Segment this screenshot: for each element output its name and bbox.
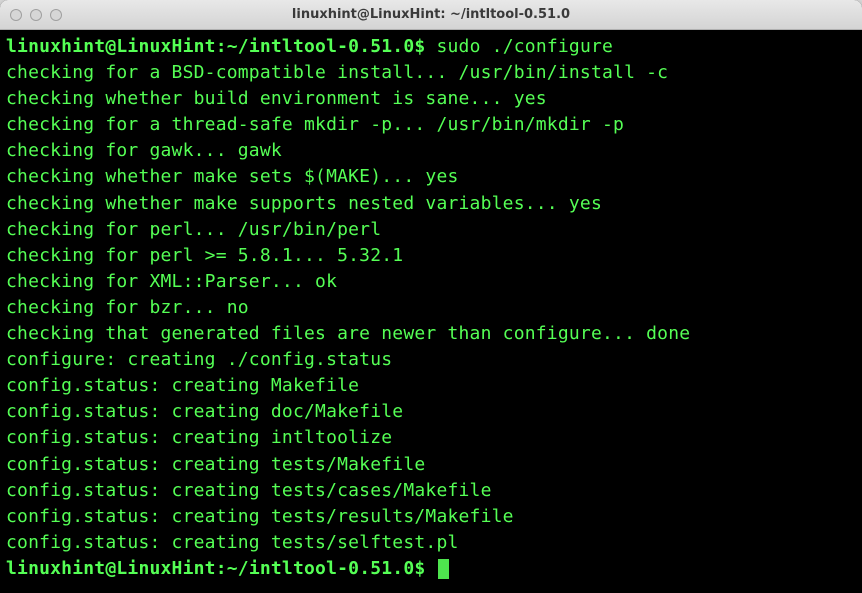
output-line: config.status: creating intltoolize [6, 425, 856, 451]
output-line: config.status: creating tests/cases/Make… [6, 478, 856, 504]
output-line: config.status: creating Makefile [6, 373, 856, 399]
output-line: checking whether make sets $(MAKE)... ye… [6, 164, 856, 190]
output-line: config.status: creating tests/selftest.p… [6, 530, 856, 556]
output-line: checking whether build environment is sa… [6, 86, 856, 112]
titlebar: linuxhint@LinuxHint: ~/intltool-0.51.0 [0, 0, 862, 30]
output-line: checking for perl... /usr/bin/perl [6, 217, 856, 243]
prompt-path: ~/intltool-0.51.0 [227, 36, 415, 57]
terminal-window: linuxhint@LinuxHint: ~/intltool-0.51.0 l… [0, 0, 862, 593]
close-button[interactable] [10, 9, 22, 21]
command-text: sudo ./configure [436, 36, 613, 57]
maximize-button[interactable] [50, 9, 62, 21]
window-controls [10, 9, 62, 21]
prompt-symbol: $ [414, 558, 425, 579]
terminal-body[interactable]: linuxhint@LinuxHint:~/intltool-0.51.0$ s… [0, 30, 862, 593]
output-line: checking for a thread-safe mkdir -p... /… [6, 112, 856, 138]
output-line: checking for gawk... gawk [6, 138, 856, 164]
output-line: checking for a BSD-compatible install...… [6, 60, 856, 86]
prompt-line-1: linuxhint@LinuxHint:~/intltool-0.51.0$ s… [6, 34, 856, 60]
prompt-separator: : [216, 36, 227, 57]
prompt-path: ~/intltool-0.51.0 [227, 558, 415, 579]
output-line: checking for XML::Parser... ok [6, 269, 856, 295]
cursor [438, 559, 449, 579]
prompt-symbol: $ [414, 36, 425, 57]
output-line: checking that generated files are newer … [6, 321, 856, 347]
window-title: linuxhint@LinuxHint: ~/intltool-0.51.0 [0, 7, 862, 22]
output-line: configure: creating ./config.status [6, 347, 856, 373]
prompt-user-host: linuxhint@LinuxHint [6, 558, 216, 579]
prompt-user-host: linuxhint@LinuxHint [6, 36, 216, 57]
prompt-separator: : [216, 558, 227, 579]
output-line: config.status: creating doc/Makefile [6, 399, 856, 425]
minimize-button[interactable] [30, 9, 42, 21]
output-line: checking for perl >= 5.8.1... 5.32.1 [6, 243, 856, 269]
output-line: config.status: creating tests/Makefile [6, 452, 856, 478]
prompt-line-2: linuxhint@LinuxHint:~/intltool-0.51.0$ [6, 556, 856, 582]
output-line: checking whether make supports nested va… [6, 191, 856, 217]
output-line: checking for bzr... no [6, 295, 856, 321]
output-line: config.status: creating tests/results/Ma… [6, 504, 856, 530]
